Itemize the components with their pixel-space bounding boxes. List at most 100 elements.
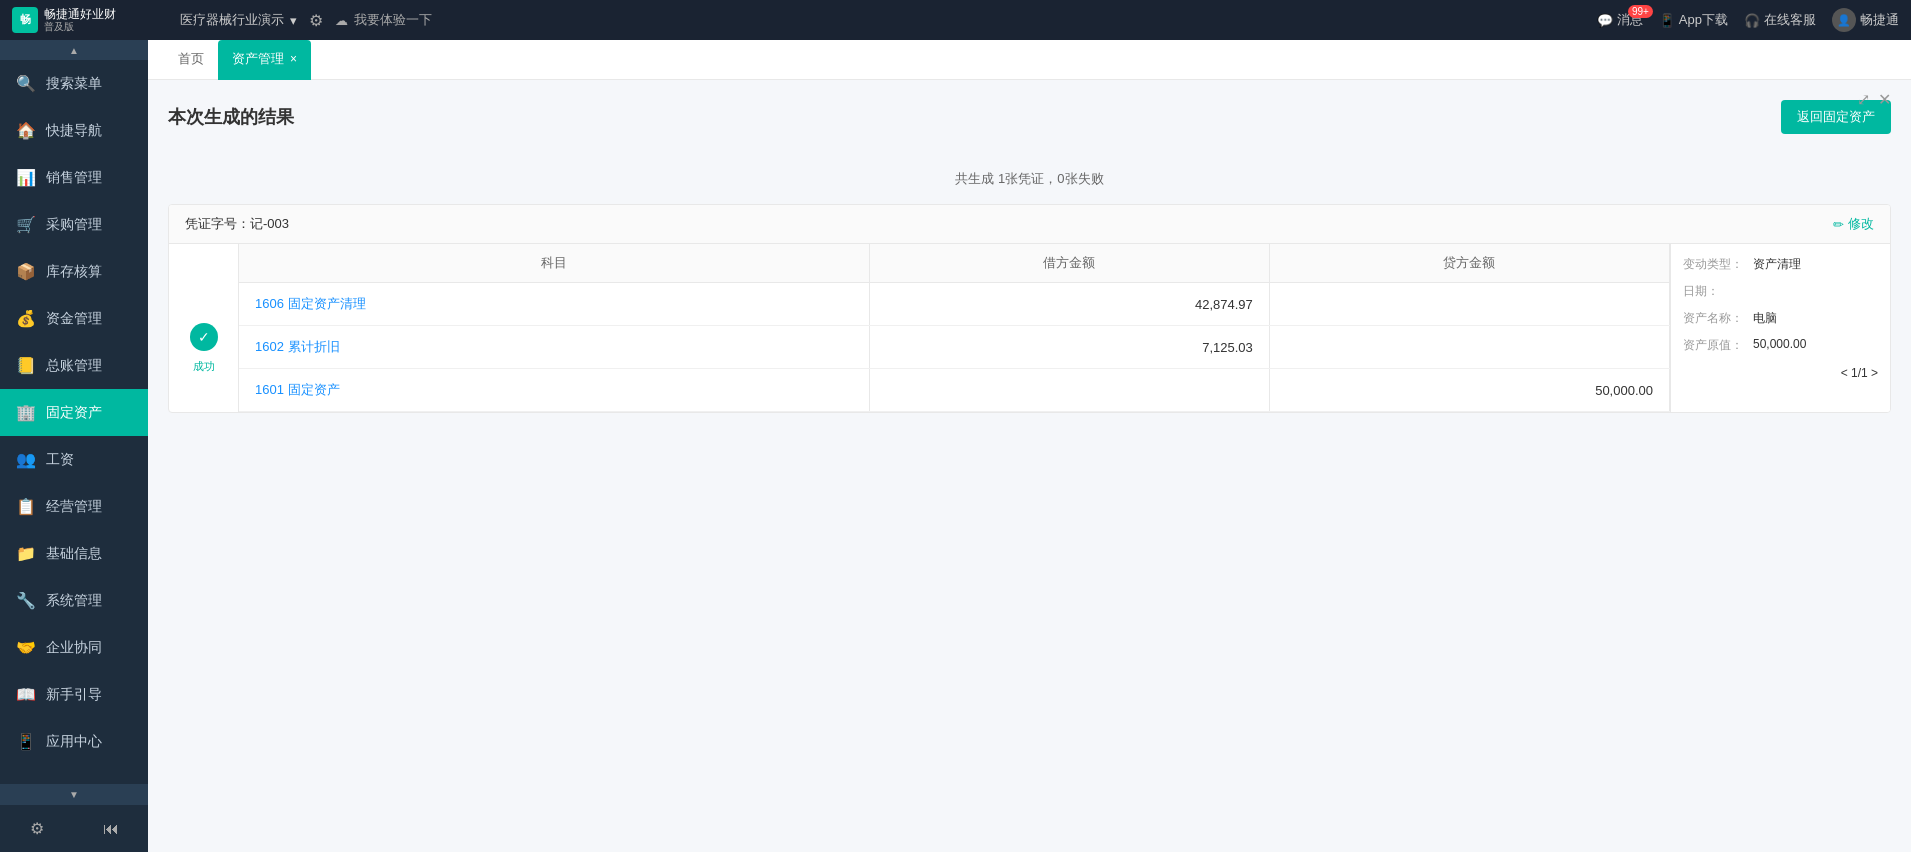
panel-change-type: 变动类型： 资产清理: [1683, 256, 1878, 273]
panel-date: 日期：: [1683, 283, 1878, 300]
company-selector[interactable]: 医疗器械行业演示 ▾: [180, 11, 297, 29]
tab-close-icon[interactable]: ×: [290, 52, 297, 66]
sidebar-item-ledger[interactable]: 📒 总账管理: [0, 342, 148, 389]
success-icon: ✓: [190, 323, 218, 351]
sidebar-item-fund[interactable]: 💰 资金管理: [0, 295, 148, 342]
scroll-up-button[interactable]: ▲: [0, 40, 148, 60]
message-badge: 99+: [1628, 5, 1653, 18]
sidebar-item-label: 销售管理: [46, 169, 102, 187]
asset-name-label: 资产名称：: [1683, 310, 1753, 327]
expand-icon[interactable]: ⤢: [1857, 90, 1870, 109]
sidebar-item-label: 企业协同: [46, 639, 102, 657]
page-header: 本次生成的结果 返回固定资产: [168, 100, 1891, 134]
change-type-label: 变动类型：: [1683, 256, 1753, 273]
credit-1601: 50,000.00: [1269, 369, 1669, 412]
logo-icon: 畅: [12, 7, 38, 33]
sidebar-item-label: 总账管理: [46, 357, 102, 375]
sidebar-item-label: 快捷导航: [46, 122, 102, 140]
customer-service-button[interactable]: 🎧 在线客服: [1744, 11, 1816, 29]
page-content: ⤢ ✕ 本次生成的结果 返回固定资产 共生成 1张凭证，0张失败 凭证字号：记-…: [148, 80, 1911, 852]
column-debit: 借方金额: [869, 244, 1269, 283]
sidebar-item-label: 搜索菜单: [46, 75, 102, 93]
sidebar-item-label: 应用中心: [46, 733, 102, 751]
sidebar-item-payroll[interactable]: 👥 工资: [0, 436, 148, 483]
content-area: 首页 资产管理 × ⤢ ✕ 本次生成的结果 返回固定资产 共生成 1张凭证，0张…: [148, 40, 1911, 852]
sidebar-item-label: 系统管理: [46, 592, 102, 610]
table-row: 1601 固定资产 50,000.00: [239, 369, 1670, 412]
scroll-down-button[interactable]: ▼: [0, 784, 148, 804]
header-center: 医疗器械行业演示 ▾ ⚙ ☁ 我要体验一下: [160, 11, 1597, 30]
sidebar-item-basic-info[interactable]: 📁 基础信息: [0, 530, 148, 577]
panel-original-value: 资产原值： 50,000.00: [1683, 337, 1878, 354]
sidebar-settings-icon[interactable]: ⚙: [24, 813, 50, 844]
edit-label: 修改: [1848, 215, 1874, 233]
account-1606: 1606 固定资产清理: [239, 283, 869, 326]
sidebar-item-label: 新手引导: [46, 686, 102, 704]
date-label: 日期：: [1683, 283, 1753, 300]
logo-area: 畅 畅捷通好业财 普及版: [12, 7, 160, 33]
account-1602: 1602 累计折旧: [239, 326, 869, 369]
edit-button[interactable]: ✏ 修改: [1833, 215, 1874, 233]
change-type-value: 资产清理: [1753, 256, 1801, 273]
sidebar-item-quick-nav[interactable]: 🏠 快捷导航: [0, 107, 148, 154]
system-icon: 🔧: [16, 591, 36, 610]
tab-home-label: 首页: [178, 50, 204, 68]
voucher-body: ✓ 成功 科目 借方金额 贷方金额: [169, 244, 1890, 412]
fund-icon: 💰: [16, 309, 36, 328]
sidebar-item-app-center[interactable]: 📱 应用中心: [0, 718, 148, 765]
sidebar-item-fixed-assets[interactable]: 🏢 固定资产: [0, 389, 148, 436]
voucher-table: 科目 借方金额 贷方金额 1606 固定资产清理 4: [239, 244, 1670, 412]
experience-button[interactable]: ☁ 我要体验一下: [335, 11, 432, 29]
debit-1602: 7,125.03: [869, 326, 1269, 369]
table-row: 1602 累计折旧 7,125.03: [239, 326, 1670, 369]
user-area[interactable]: 👤 畅捷通: [1832, 8, 1899, 32]
close-icon[interactable]: ✕: [1878, 90, 1891, 109]
sidebar-item-label: 基础信息: [46, 545, 102, 563]
app-center-icon: 📱: [16, 732, 36, 751]
username: 畅捷通: [1860, 11, 1899, 29]
sidebar-scroll: 🔍 搜索菜单 🏠 快捷导航 📊 销售管理 🛒 采购管理 📦 库存核算 💰: [0, 60, 148, 784]
top-header: 畅 畅捷通好业财 普及版 医疗器械行业演示 ▾ ⚙ ☁ 我要体验一下 💬 消息 …: [0, 0, 1911, 40]
sidebar-item-operations[interactable]: 📋 经营管理: [0, 483, 148, 530]
cloud-icon: ☁: [335, 13, 348, 28]
avatar-icon: 👤: [1837, 14, 1851, 27]
result-summary: 共生成 1张凭证，0张失败: [168, 154, 1891, 204]
voucher-right-panel: 变动类型： 资产清理 日期： 资产名称： 电脑 资产原值：: [1670, 244, 1890, 412]
sidebar-item-purchase[interactable]: 🛒 采购管理: [0, 201, 148, 248]
guide-icon: 📖: [16, 685, 36, 704]
voucher-block: 凭证字号：记-003 ✏ 修改 ✓ 成功: [168, 204, 1891, 413]
original-value-label: 资产原值：: [1683, 337, 1753, 354]
dialog-controls: ⤢ ✕: [1857, 90, 1891, 109]
headset-icon: 🎧: [1744, 13, 1760, 28]
sidebar-collapse-icon[interactable]: ⏮: [97, 814, 125, 844]
home-icon: 🏠: [16, 121, 36, 140]
inventory-icon: 📦: [16, 262, 36, 281]
original-value-value: 50,000.00: [1753, 337, 1806, 354]
sidebar-item-system[interactable]: 🔧 系统管理: [0, 577, 148, 624]
purchase-icon: 🛒: [16, 215, 36, 234]
tab-home[interactable]: 首页: [164, 40, 218, 80]
sidebar-item-search[interactable]: 🔍 搜索菜单: [0, 60, 148, 107]
panel-pagination[interactable]: < 1/1 >: [1683, 366, 1878, 380]
settings-icon[interactable]: ⚙: [309, 11, 323, 30]
app-download-button[interactable]: 📱 App下载: [1659, 11, 1728, 29]
sidebar-bottom: ⚙ ⏮: [0, 804, 148, 852]
sidebar-item-guide[interactable]: 📖 新手引导: [0, 671, 148, 718]
sidebar-item-inventory[interactable]: 📦 库存核算: [0, 248, 148, 295]
sidebar-item-enterprise[interactable]: 🤝 企业协同: [0, 624, 148, 671]
sidebar-item-label: 工资: [46, 451, 74, 469]
sidebar-item-sales[interactable]: 📊 销售管理: [0, 154, 148, 201]
tab-asset-management-label: 资产管理: [232, 50, 284, 68]
debit-1606: 42,874.97: [869, 283, 1269, 326]
payroll-icon: 👥: [16, 450, 36, 469]
sidebar-item-label: 经营管理: [46, 498, 102, 516]
sidebar-item-label: 资金管理: [46, 310, 102, 328]
sidebar-item-label: 固定资产: [46, 404, 102, 422]
credit-1602: [1269, 326, 1669, 369]
column-credit: 贷方金额: [1269, 244, 1669, 283]
voucher-header: 凭证字号：记-003 ✏ 修改: [169, 205, 1890, 244]
message-button[interactable]: 💬 消息 99+: [1597, 11, 1643, 29]
app-subtitle: 普及版: [44, 21, 116, 33]
ledger-icon: 📒: [16, 356, 36, 375]
tab-asset-management[interactable]: 资产管理 ×: [218, 40, 311, 80]
